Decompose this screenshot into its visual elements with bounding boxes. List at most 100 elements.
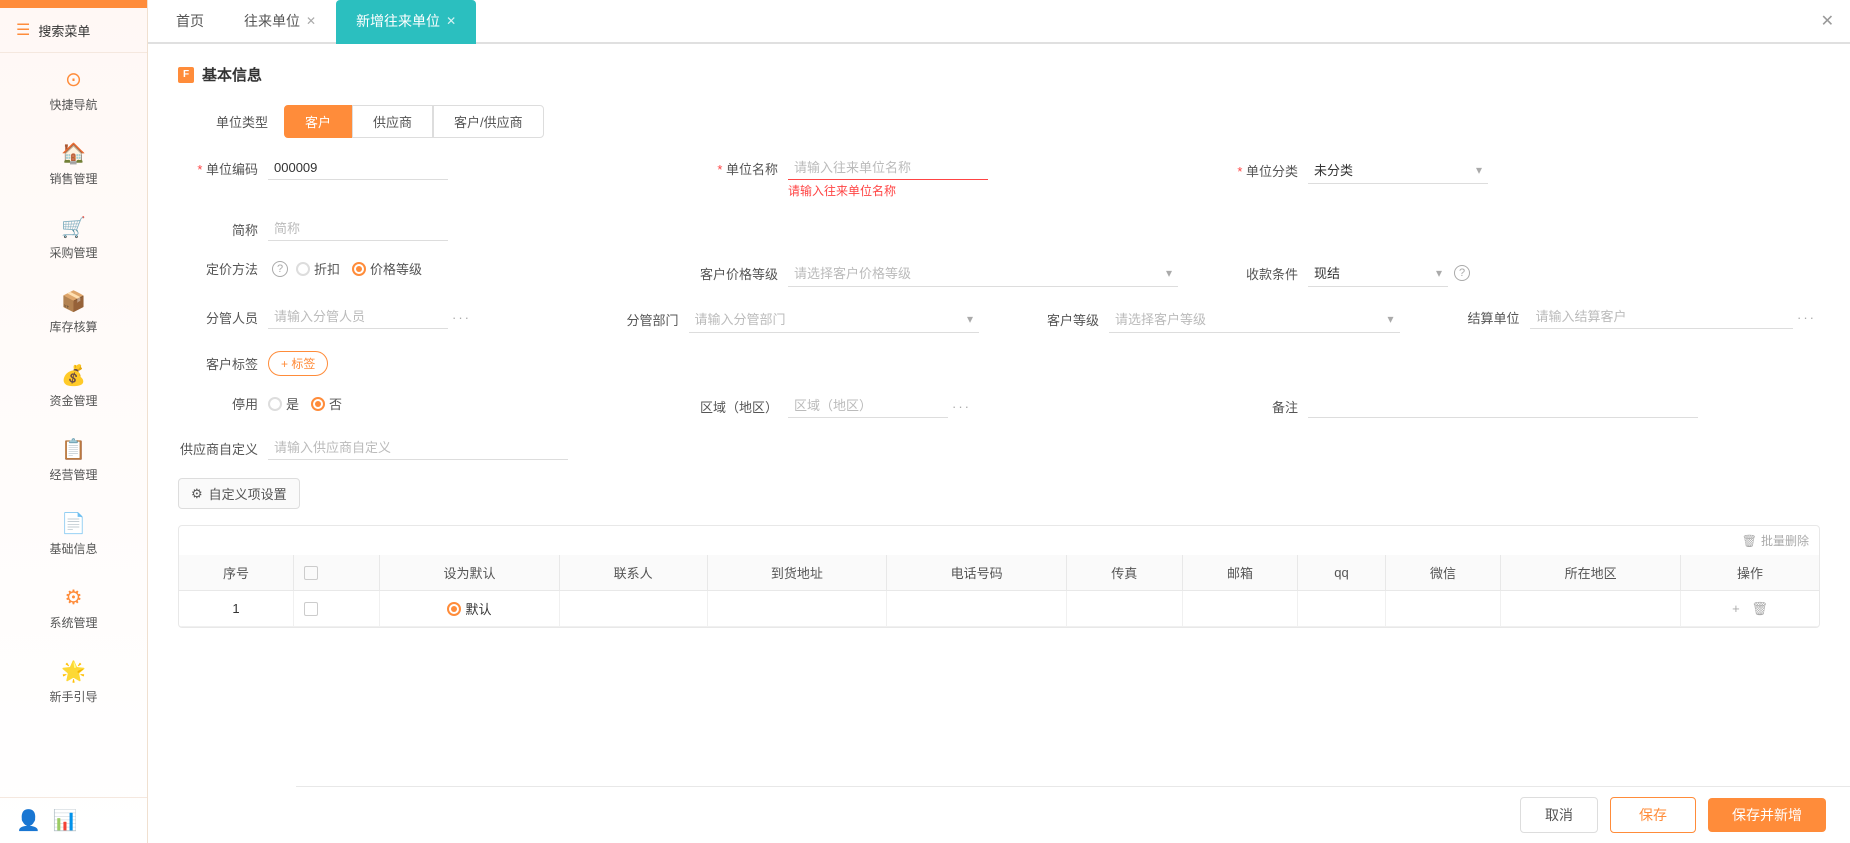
col-fax: 传真 (1066, 555, 1182, 591)
discount-radio-circle (296, 262, 310, 276)
row-wechat[interactable] (1385, 591, 1501, 627)
select-all-checkbox[interactable] (304, 566, 318, 580)
row-region[interactable] (1501, 591, 1681, 627)
row-fax[interactable] (1066, 591, 1182, 627)
row-qq[interactable] (1298, 591, 1385, 627)
tab-new-partner[interactable]: 新增往来单位 ✕ (336, 0, 476, 44)
cust-level-select[interactable]: 请选择客户等级 ▾ (1109, 305, 1400, 333)
save-new-button[interactable]: 保存并新增 (1708, 798, 1826, 832)
sidebar-item-finance[interactable]: 💰 资金管理 (0, 349, 147, 423)
sidebar-item-label-finance: 资金管理 (49, 392, 97, 409)
sidebar-item-basic[interactable]: 📄 基础信息 (0, 497, 147, 571)
row-checkbox[interactable] (304, 602, 318, 616)
sidebar-item-operation[interactable]: 📋 经营管理 (0, 423, 147, 497)
sidebar-item-label-basic: 基础信息 (49, 540, 97, 557)
settlement-dots[interactable]: ··· (1793, 310, 1820, 325)
manager-input[interactable] (268, 305, 448, 329)
disabled-no[interactable]: 否 (311, 394, 342, 413)
table-row: 1 默认 (179, 591, 1819, 627)
col-qq: qq (1298, 555, 1385, 591)
type-btn-both[interactable]: 客户/供应商 (433, 105, 544, 138)
row-phone[interactable] (887, 591, 1067, 627)
region-dots[interactable]: ··· (948, 399, 975, 414)
payment-terms-select[interactable]: 现结 ▾ (1308, 259, 1448, 287)
form-area: F 基本信息 单位类型 客户 供应商 客户/供应商 单位编码 单位名称 请输入往… (148, 44, 1850, 843)
unit-name-input[interactable] (788, 156, 988, 180)
field-unit-category: 单位分类 未分类 ▾ (1218, 156, 1698, 184)
form-row-supplier-custom: 供应商自定义 (178, 436, 1820, 460)
add-tag-button[interactable]: + 标签 (268, 351, 328, 376)
sidebar-item-purchase[interactable]: 🛒 采购管理 (0, 201, 147, 275)
manager-dots[interactable]: ··· (448, 310, 475, 325)
field-supplier-custom: 供应商自定义 (178, 436, 1780, 460)
row-default-radio[interactable] (447, 602, 461, 616)
main-area: 首页 往来单位 ✕ 新增往来单位 ✕ ✕ F 基本信息 单位类型 客户 供应商 … (148, 0, 1850, 843)
tab-home[interactable]: 首页 (156, 0, 224, 44)
sidebar-item-system[interactable]: ⚙ 系统管理 (0, 571, 147, 645)
row-contact[interactable] (559, 591, 707, 627)
custom-settings-button[interactable]: ⚙ 自定义项设置 (178, 478, 300, 509)
sidebar-item-quick-nav[interactable]: ⊙ 快捷导航 (0, 53, 147, 127)
sidebar-item-label-purchase: 采购管理 (49, 244, 97, 261)
save-button[interactable]: 保存 (1610, 797, 1696, 833)
user-icon[interactable]: 👤 (16, 808, 41, 833)
sidebar-bottom: 👤 📊 (0, 797, 147, 843)
tab-partners-label: 往来单位 (244, 11, 300, 31)
sidebar-item-sales[interactable]: 🏠 销售管理 (0, 127, 147, 201)
sidebar-item-inventory[interactable]: 📦 库存核算 (0, 275, 147, 349)
row-check[interactable] (293, 591, 379, 627)
row-add-icon[interactable]: + (1732, 601, 1740, 616)
search-icon: ☰ (16, 20, 30, 40)
type-btn-supplier[interactable]: 供应商 (352, 105, 433, 138)
cancel-button[interactable]: 取消 (1520, 797, 1598, 833)
remarks-input[interactable] (1308, 394, 1698, 418)
payment-terms-arrow: ▾ (1436, 266, 1442, 280)
sidebar-search[interactable]: ☰ 搜索菜单 (0, 8, 147, 53)
sidebar-item-label-newbie: 新手引导 (49, 688, 97, 705)
price-level-radio-circle (352, 262, 366, 276)
settlement-input[interactable] (1530, 305, 1794, 329)
cust-price-level-arrow: ▾ (1166, 266, 1172, 280)
field-short-name: 简称 (178, 217, 658, 241)
disabled-yes[interactable]: 是 (268, 394, 299, 413)
disabled-no-circle (311, 397, 325, 411)
pricing-help-icon[interactable]: ? (272, 261, 288, 277)
cust-level-arrow: ▾ (1387, 312, 1393, 326)
col-index: 序号 (179, 555, 293, 591)
pricing-radio-price-level[interactable]: 价格等级 (352, 259, 422, 278)
unit-code-input[interactable] (268, 156, 448, 180)
col-email: 邮箱 (1182, 555, 1298, 591)
region-input[interactable] (788, 394, 948, 418)
unit-type-row: 单位类型 客户 供应商 客户/供应商 (178, 105, 1820, 138)
tab-partners-close[interactable]: ✕ (306, 14, 316, 28)
form-row-tag: 客户标签 + 标签 (178, 351, 1820, 376)
field-region: 区域（地区） ··· (698, 394, 1178, 418)
col-contact: 联系人 (559, 555, 707, 591)
stats-icon[interactable]: 📊 (53, 808, 78, 833)
col-wechat: 微信 (1385, 555, 1501, 591)
unit-code-label: 单位编码 (178, 159, 258, 178)
dept-select[interactable]: 请输入分管部门 ▾ (689, 305, 980, 333)
tab-new-partner-close[interactable]: ✕ (446, 14, 456, 28)
row-address[interactable] (707, 591, 887, 627)
batch-delete-label: 批量删除 (1761, 532, 1809, 549)
pricing-radio-discount[interactable]: 折扣 (296, 259, 340, 278)
field-customer-level: 客户等级 请选择客户等级 ▾ (1019, 305, 1400, 333)
cust-price-level-select[interactable]: 请选择客户价格等级 ▾ (788, 259, 1178, 287)
row-email[interactable] (1182, 591, 1298, 627)
tab-partners[interactable]: 往来单位 ✕ (224, 0, 336, 44)
unit-name-label: 单位名称 (698, 159, 778, 178)
section-title: F 基本信息 (178, 64, 1820, 85)
row-delete-icon[interactable]: 🗑 (1751, 601, 1768, 616)
short-name-input[interactable] (268, 217, 448, 241)
batch-delete-button[interactable]: 🗑 批量删除 (1742, 532, 1809, 549)
type-btn-customer[interactable]: 客户 (284, 105, 352, 138)
sidebar-item-newbie[interactable]: 🌟 新手引导 (0, 645, 147, 719)
supplier-custom-input[interactable] (268, 436, 568, 460)
tabbar-close-button[interactable]: ✕ (1813, 11, 1842, 31)
system-icon: ⚙ (65, 585, 83, 610)
manager-label: 分管人员 (178, 308, 258, 327)
payment-terms-help-icon[interactable]: ? (1454, 265, 1470, 281)
custom-settings-label: 自定义项设置 (209, 484, 287, 503)
unit-cat-select[interactable]: 未分类 ▾ (1308, 156, 1488, 184)
